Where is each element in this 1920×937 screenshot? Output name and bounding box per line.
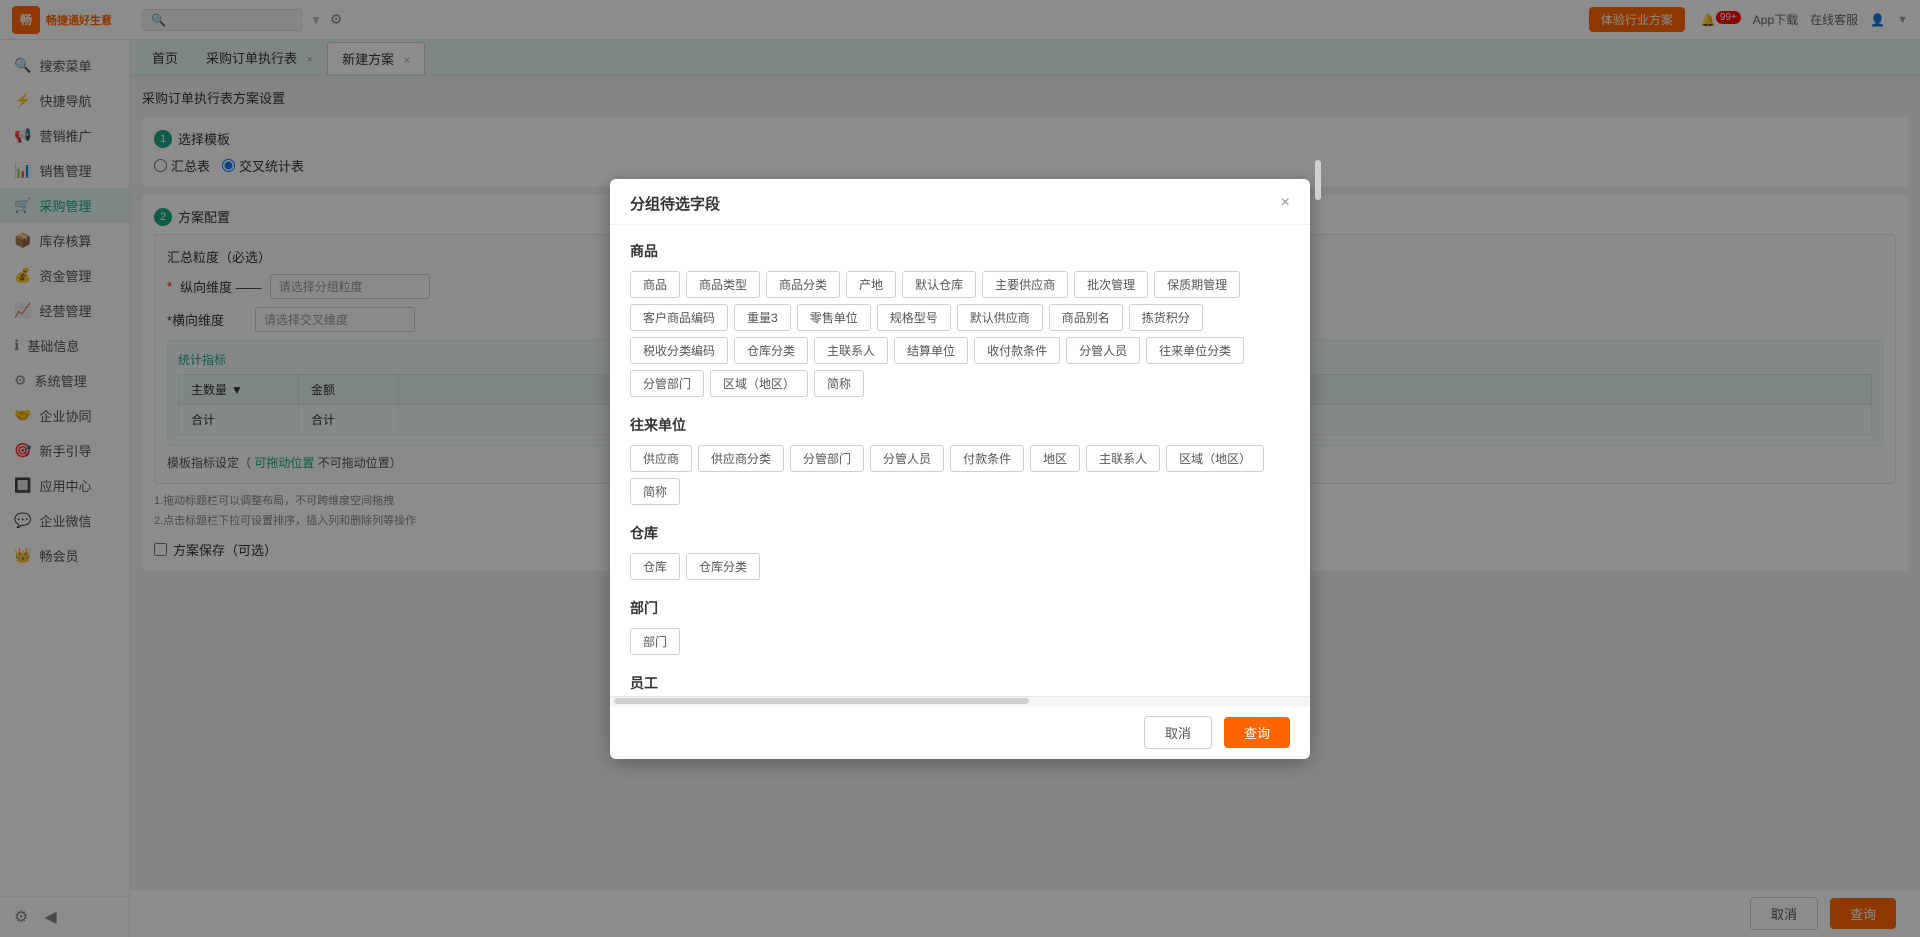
field-tag[interactable]: 主联系人 xyxy=(1086,445,1160,472)
field-tag[interactable]: 产地 xyxy=(846,271,896,298)
section-department: 部门 部门 xyxy=(630,598,1290,655)
modal-hscrollbar[interactable] xyxy=(610,696,1310,705)
field-tag[interactable]: 税收分类编码 xyxy=(630,337,728,364)
field-tag[interactable]: 部门 xyxy=(630,628,680,655)
modal-cancel-button[interactable]: 取消 xyxy=(1144,716,1212,749)
section-employee-title: 员工 xyxy=(630,673,1290,693)
field-tag[interactable]: 零售单位 xyxy=(797,304,871,331)
modal-footer: 取消 查询 xyxy=(610,705,1310,759)
section-warehouse-title: 仓库 xyxy=(630,523,1290,543)
field-tag[interactable]: 商品类型 xyxy=(686,271,760,298)
field-tag[interactable]: 商品别名 xyxy=(1049,304,1123,331)
field-tag[interactable]: 规格型号 xyxy=(877,304,951,331)
modal-confirm-button[interactable]: 查询 xyxy=(1224,717,1290,748)
field-tag[interactable]: 区域（地区） xyxy=(710,370,808,397)
field-tag[interactable]: 重量3 xyxy=(734,304,791,331)
section-partner-title: 往来单位 xyxy=(630,415,1290,435)
field-tag[interactable]: 区域（地区） xyxy=(1166,445,1264,472)
modal-vscrollbar-thumb xyxy=(1315,160,1321,200)
hscroll-thumb xyxy=(614,698,1029,704)
section-warehouse-tags: 仓库 仓库分类 xyxy=(630,553,1290,580)
section-goods-title: 商品 xyxy=(630,241,1290,261)
field-tag[interactable]: 仓库分类 xyxy=(734,337,808,364)
field-tag[interactable]: 收付款条件 xyxy=(974,337,1060,364)
field-tag[interactable]: 结算单位 xyxy=(894,337,968,364)
section-department-title: 部门 xyxy=(630,598,1290,618)
field-tag[interactable]: 主要供应商 xyxy=(982,271,1068,298)
field-tag[interactable]: 默认仓库 xyxy=(902,271,976,298)
section-goods: 商品 商品 商品类型 商品分类 产地 默认仓库 主要供应商 批次管理 保质期管理… xyxy=(630,241,1290,397)
modal-title: 分组待选字段 xyxy=(630,193,720,214)
field-tag[interactable]: 仓库 xyxy=(630,553,680,580)
field-tag[interactable]: 仓库分类 xyxy=(686,553,760,580)
field-tag[interactable]: 供应商 xyxy=(630,445,692,472)
field-tag[interactable]: 简称 xyxy=(630,478,680,505)
field-tag[interactable]: 主联系人 xyxy=(814,337,888,364)
field-tag[interactable]: 保质期管理 xyxy=(1154,271,1240,298)
field-tag[interactable]: 分管部门 xyxy=(790,445,864,472)
field-tag[interactable]: 分管人员 xyxy=(1066,337,1140,364)
field-tag[interactable]: 客户商品编码 xyxy=(630,304,728,331)
modal-overlay: 分组待选字段 × 商品 商品 商品类型 商品分类 产地 默认仓库 主要供应商 批… xyxy=(0,0,1920,937)
field-tag[interactable]: 分管人员 xyxy=(870,445,944,472)
field-tag[interactable]: 地区 xyxy=(1030,445,1080,472)
field-tag[interactable]: 简称 xyxy=(814,370,864,397)
field-tag[interactable]: 供应商分类 xyxy=(698,445,784,472)
section-partner: 往来单位 供应商 供应商分类 分管部门 分管人员 付款条件 地区 主联系人 区域… xyxy=(630,415,1290,505)
field-tag[interactable]: 默认供应商 xyxy=(957,304,1043,331)
modal-close-button[interactable]: × xyxy=(1281,194,1290,212)
field-tag[interactable]: 往来单位分类 xyxy=(1146,337,1244,364)
modal-body: 商品 商品 商品类型 商品分类 产地 默认仓库 主要供应商 批次管理 保质期管理… xyxy=(610,225,1310,696)
section-partner-tags: 供应商 供应商分类 分管部门 分管人员 付款条件 地区 主联系人 区域（地区） … xyxy=(630,445,1290,505)
field-selection-modal: 分组待选字段 × 商品 商品 商品类型 商品分类 产地 默认仓库 主要供应商 批… xyxy=(610,179,1310,759)
section-department-tags: 部门 xyxy=(630,628,1290,655)
field-tag[interactable]: 拣货积分 xyxy=(1129,304,1203,331)
field-tag[interactable]: 付款条件 xyxy=(950,445,1024,472)
section-goods-tags: 商品 商品类型 商品分类 产地 默认仓库 主要供应商 批次管理 保质期管理 客户… xyxy=(630,271,1290,397)
section-warehouse: 仓库 仓库 仓库分类 xyxy=(630,523,1290,580)
modal-vscrollbar-track[interactable] xyxy=(1314,160,1322,817)
field-tag[interactable]: 商品分类 xyxy=(766,271,840,298)
field-tag[interactable]: 分管部门 xyxy=(630,370,704,397)
field-tag[interactable]: 商品 xyxy=(630,271,680,298)
section-employee: 员工 业务员 xyxy=(630,673,1290,696)
modal-header: 分组待选字段 × xyxy=(610,179,1310,225)
field-tag[interactable]: 批次管理 xyxy=(1074,271,1148,298)
